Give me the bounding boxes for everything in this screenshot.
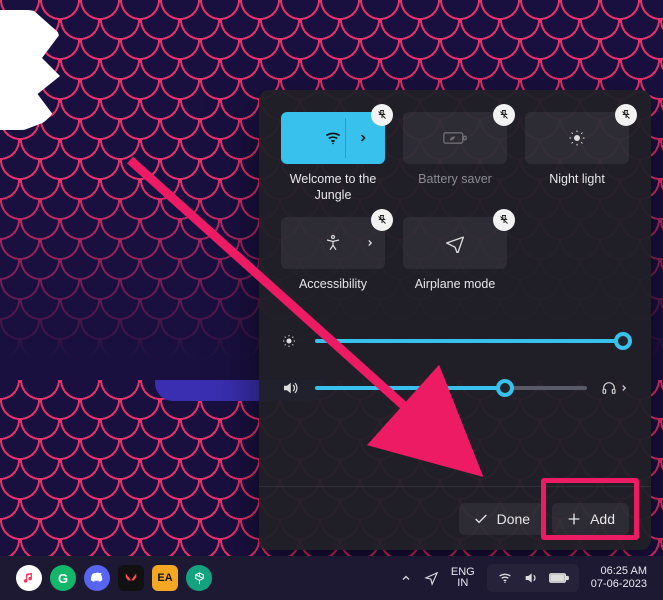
headphones-icon [601, 380, 617, 396]
unpin-button[interactable] [493, 209, 515, 231]
clock-date: 07-06-2023 [591, 578, 647, 591]
chevron-right-icon [357, 132, 369, 144]
battery-saver-toggle[interactable] [403, 112, 507, 164]
add-label: Add [590, 511, 615, 527]
volume-icon [281, 379, 301, 397]
audio-output-button[interactable] [601, 380, 629, 396]
sliders [281, 333, 629, 411]
wifi-toggle[interactable] [281, 112, 385, 164]
tile-battery-saver: Battery saver [403, 112, 507, 203]
brightness-slider-row [281, 333, 629, 349]
tile-wifi: Welcome to the Jungle [281, 112, 385, 203]
add-button[interactable]: Add [552, 503, 629, 535]
tile-label: Accessibility [299, 277, 367, 307]
brightness-slider[interactable] [315, 339, 629, 343]
taskbar-pinned-apps: G EA [6, 565, 212, 591]
volume-icon [523, 570, 539, 586]
volume-knob[interactable] [496, 379, 514, 397]
tile-label: Battery saver [418, 172, 492, 202]
panel-footer: Done Add [259, 486, 651, 550]
chevron-right-icon [365, 238, 375, 248]
brightness-icon [281, 333, 301, 349]
brightness-fill [315, 339, 623, 343]
wifi-icon [497, 570, 513, 586]
lang-bottom: IN [451, 578, 475, 589]
battery-icon [549, 571, 569, 585]
unpin-button[interactable] [493, 104, 515, 126]
unpin-button[interactable] [615, 104, 637, 126]
accessibility-icon [324, 234, 342, 252]
tray-overflow-icon[interactable] [400, 572, 412, 584]
tile-label: Welcome to the Jungle [281, 172, 385, 203]
app-icon-grammarly[interactable]: G [50, 565, 76, 591]
chevron-right-icon [619, 383, 629, 393]
volume-fill [315, 386, 505, 390]
tile-label: Airplane mode [415, 277, 496, 307]
clock-time: 06:25 AM [591, 565, 647, 578]
check-icon [473, 511, 489, 527]
night-light-icon [567, 128, 587, 148]
volume-slider-row [281, 379, 629, 397]
app-icon-valorant[interactable] [118, 565, 144, 591]
network-volume-battery[interactable] [487, 564, 579, 592]
wifi-icon [323, 128, 343, 148]
quick-settings-tiles: Welcome to the Jungle Battery saver [281, 112, 629, 307]
tile-label: Night light [549, 172, 605, 202]
tile-night-light: Night light [525, 112, 629, 203]
night-light-toggle[interactable] [525, 112, 629, 164]
app-icon-discord[interactable] [84, 565, 110, 591]
tile-airplane: Airplane mode [403, 217, 507, 307]
system-tray: ENG IN 06:25 AM 07-06-2023 [400, 564, 657, 592]
clock[interactable]: 06:25 AM 07-06-2023 [591, 565, 653, 590]
wallpaper-shape [0, 10, 60, 130]
taskbar: G EA ENG IN [0, 556, 663, 600]
airplane-mode-toggle[interactable] [403, 217, 507, 269]
volume-slider[interactable] [315, 386, 587, 390]
done-label: Done [497, 511, 530, 527]
brightness-knob[interactable] [614, 332, 632, 350]
plus-icon [566, 511, 582, 527]
quick-settings-panel: Welcome to the Jungle Battery saver [259, 90, 651, 550]
tile-accessibility: Accessibility [281, 217, 385, 307]
language-indicator[interactable]: ENG IN [451, 567, 475, 589]
done-button[interactable]: Done [459, 503, 544, 535]
accessibility-toggle[interactable] [281, 217, 385, 269]
app-icon-music[interactable] [16, 565, 42, 591]
battery-leaf-icon [443, 128, 467, 148]
unpin-button[interactable] [371, 209, 393, 231]
app-icon-chatgpt[interactable] [186, 565, 212, 591]
location-icon[interactable] [424, 571, 439, 586]
airplane-icon [445, 233, 465, 253]
unpin-button[interactable] [371, 104, 393, 126]
wifi-expand[interactable] [345, 118, 379, 158]
app-icon-ea[interactable]: EA [152, 565, 178, 591]
